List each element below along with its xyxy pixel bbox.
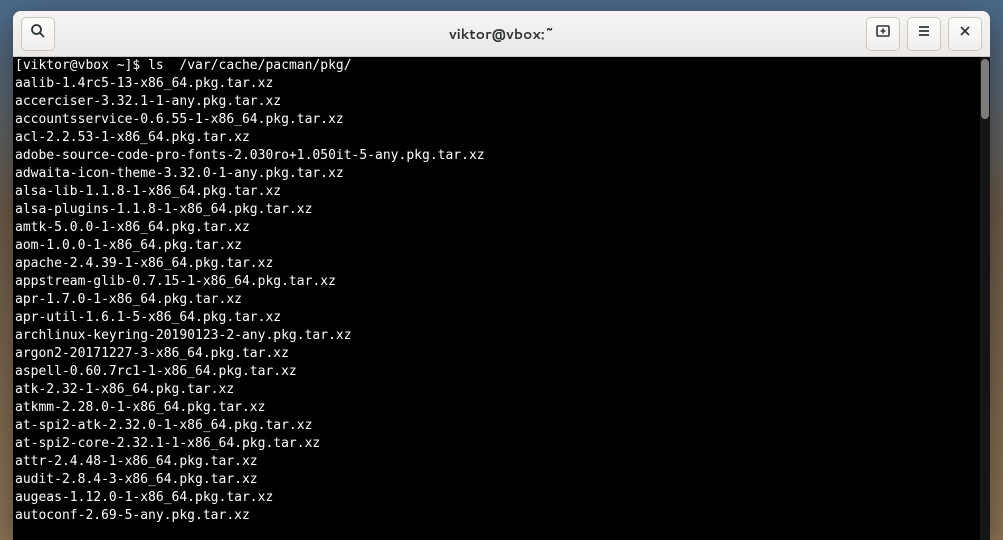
- close-button[interactable]: [948, 17, 982, 51]
- terminal-output-line: aom-1.0.0-1-x86_64.pkg.tar.xz: [15, 237, 988, 255]
- terminal-output-line: aalib-1.4rc5-13-x86_64.pkg.tar.xz: [15, 75, 988, 93]
- titlebar: viktor@vbox:~: [13, 11, 990, 57]
- new-tab-icon: [875, 22, 891, 45]
- terminal-output-line: atk-2.32-1-x86_64.pkg.tar.xz: [15, 381, 988, 399]
- terminal-output-line: appstream-glib-0.7.15-1-x86_64.pkg.tar.x…: [15, 273, 988, 291]
- hamburger-icon: [916, 22, 932, 45]
- search-button[interactable]: [21, 17, 55, 51]
- scrollbar-thumb[interactable]: [981, 59, 989, 119]
- search-icon: [30, 22, 46, 45]
- prompt-bracket-open: [: [15, 58, 23, 73]
- terminal-prompt-line: [viktor@vbox ~]$ ls /var/cache/pacman/pk…: [15, 57, 988, 75]
- window-title: viktor@vbox:~: [13, 24, 990, 44]
- prompt-bracket-close: ]$: [125, 58, 148, 73]
- terminal-output-line: at-spi2-core-2.32.1-1-x86_64.pkg.tar.xz: [15, 435, 988, 453]
- new-tab-button[interactable]: [866, 17, 900, 51]
- terminal-output-line: augeas-1.12.0-1-x86_64.pkg.tar.xz: [15, 489, 988, 507]
- terminal-window: viktor@vbox:~: [13, 11, 990, 540]
- terminal-output-line: apache-2.4.39-1-x86_64.pkg.tar.xz: [15, 255, 988, 273]
- close-icon: [957, 22, 973, 45]
- terminal-output-line: autoconf-2.69-5-any.pkg.tar.xz: [15, 507, 988, 525]
- terminal-output-line: apr-1.7.0-1-x86_64.pkg.tar.xz: [15, 291, 988, 309]
- prompt-user-host: viktor@vbox ~: [23, 58, 125, 73]
- terminal-output-line: accountsservice-0.6.55-1-x86_64.pkg.tar.…: [15, 111, 988, 129]
- terminal-output-line: amtk-5.0.0-1-x86_64.pkg.tar.xz: [15, 219, 988, 237]
- terminal-output-line: apr-util-1.6.1-5-x86_64.pkg.tar.xz: [15, 309, 988, 327]
- terminal-output-line: adobe-source-code-pro-fonts-2.030ro+1.05…: [15, 147, 988, 165]
- terminal-output-line: archlinux-keyring-20190123-2-any.pkg.tar…: [15, 327, 988, 345]
- terminal-output-line: aspell-0.60.7rc1-1-x86_64.pkg.tar.xz: [15, 363, 988, 381]
- terminal-output-line: audit-2.8.4-3-x86_64.pkg.tar.xz: [15, 471, 988, 489]
- terminal-output[interactable]: [viktor@vbox ~]$ ls /var/cache/pacman/pk…: [13, 57, 990, 540]
- terminal-output-line: argon2-20171227-3-x86_64.pkg.tar.xz: [15, 345, 988, 363]
- terminal-output-line: attr-2.4.48-1-x86_64.pkg.tar.xz: [15, 453, 988, 471]
- terminal-output-line: alsa-plugins-1.1.8-1-x86_64.pkg.tar.xz: [15, 201, 988, 219]
- terminal-output-line: acl-2.2.53-1-x86_64.pkg.tar.xz: [15, 129, 988, 147]
- hamburger-menu-button[interactable]: [907, 17, 941, 51]
- terminal-output-line: atkmm-2.28.0-1-x86_64.pkg.tar.xz: [15, 399, 988, 417]
- terminal-scrollbar[interactable]: [980, 57, 990, 540]
- command-text: ls /var/cache/pacman/pkg/: [148, 58, 352, 73]
- terminal-output-line: accerciser-3.32.1-1-any.pkg.tar.xz: [15, 93, 988, 111]
- terminal-output-line: adwaita-icon-theme-3.32.0-1-any.pkg.tar.…: [15, 165, 988, 183]
- terminal-output-line: alsa-lib-1.1.8-1-x86_64.pkg.tar.xz: [15, 183, 988, 201]
- terminal-output-line: at-spi2-atk-2.32.0-1-x86_64.pkg.tar.xz: [15, 417, 988, 435]
